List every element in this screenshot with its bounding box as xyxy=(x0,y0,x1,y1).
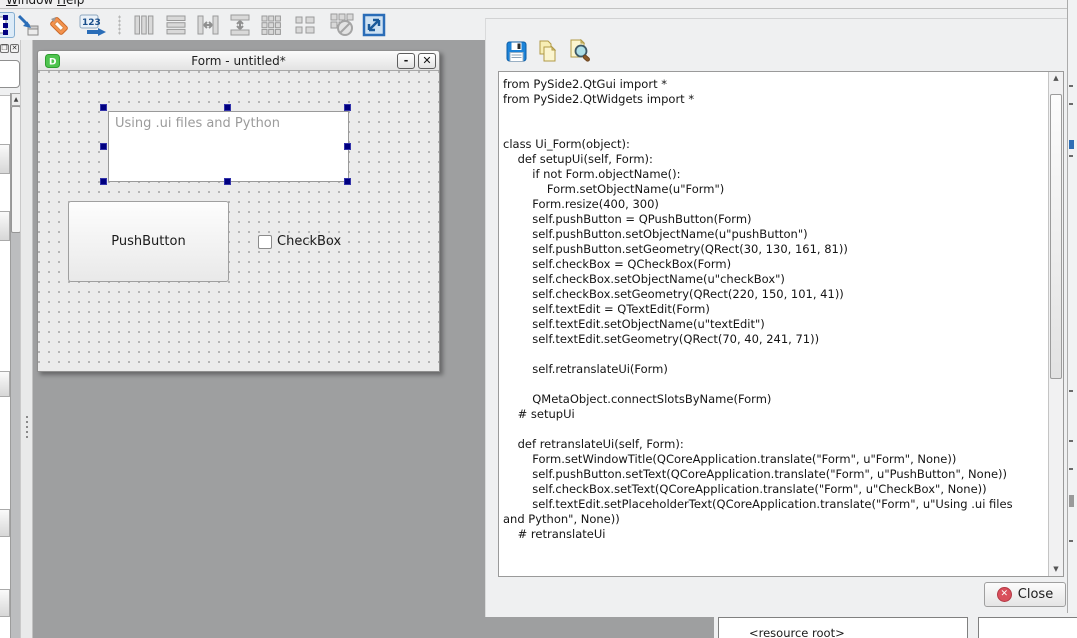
widget-box-scrollbar[interactable]: ▲ xyxy=(10,93,20,638)
edit-buddies-icon xyxy=(47,13,71,37)
checkbox-label: CheckBox xyxy=(277,234,341,249)
break-layout-icon xyxy=(329,12,355,38)
qt-designer-screen: Window Help xyxy=(0,0,1077,638)
selection-handle-top-right[interactable] xyxy=(344,104,351,111)
widget-filter-input[interactable] xyxy=(0,60,20,88)
scrollbar-up-icon[interactable]: ▲ xyxy=(1049,72,1063,85)
edit-widgets-icon xyxy=(0,13,14,37)
menu-bar: Window Help xyxy=(0,0,1077,9)
generated-python-code: from PySide2.QtGui import * from PySide2… xyxy=(503,77,1045,542)
widget-category-header[interactable] xyxy=(0,509,10,537)
layout-vertical-splitter-icon xyxy=(227,12,253,38)
adjust-size-icon xyxy=(362,13,386,37)
break-layout-icon xyxy=(330,13,354,37)
close-icon: ✕ xyxy=(997,587,1012,602)
form-window-title: Form - untitled* xyxy=(38,54,439,68)
scrollbar-thumb[interactable] xyxy=(1050,94,1062,379)
selection-handle-bottom-left[interactable] xyxy=(100,178,107,185)
widget-category-header[interactable] xyxy=(0,371,10,397)
selection-handle-mid-left[interactable] xyxy=(100,143,107,150)
form-window: D Form - untitled* - ✕ Using .ui files a… xyxy=(37,50,440,372)
copy-icon xyxy=(537,40,559,62)
resource-browser: <resource root> xyxy=(714,613,1077,638)
edit-signals-slots-icon[interactable] xyxy=(15,12,41,38)
resource-root-label: <resource root> xyxy=(749,626,845,638)
selection-handle-mid-right[interactable] xyxy=(344,143,351,150)
save-button[interactable] xyxy=(503,38,529,64)
toolbar-separator xyxy=(118,15,121,35)
resource-detail-box[interactable] xyxy=(978,617,1077,638)
layout-vertically-icon xyxy=(165,14,187,36)
layout-horizontally-icon xyxy=(133,14,155,36)
layout-horizontal-splitter-icon xyxy=(195,12,221,38)
find-button[interactable] xyxy=(566,38,596,64)
layout-horizontally-icon xyxy=(131,12,157,38)
layout-grid-icon xyxy=(260,14,282,36)
selection-handle-top-left[interactable] xyxy=(100,104,107,111)
textedit-widget[interactable]: Using .ui files and Python xyxy=(108,111,349,182)
close-dialog-button[interactable]: ✕ Close xyxy=(984,582,1066,607)
edit-tab-order-icon[interactable]: 123 xyxy=(78,12,108,38)
code-scrollbar[interactable]: ▲ ▼ xyxy=(1048,72,1063,576)
selection-handle-top-center[interactable] xyxy=(224,104,231,111)
edit-signals-slots-icon xyxy=(16,13,40,37)
layout-form-icon xyxy=(294,14,316,36)
close-panel-icon[interactable]: ✕ xyxy=(10,44,19,53)
layout-horizontal-splitter-icon xyxy=(197,14,219,36)
scrollbar-down-icon[interactable]: ▼ xyxy=(1049,563,1063,576)
textedit-placeholder: Using .ui files and Python xyxy=(115,116,280,131)
svg-text:123: 123 xyxy=(82,18,101,28)
checkbox-indicator[interactable] xyxy=(258,235,272,249)
layout-vertical-splitter-icon xyxy=(229,14,251,36)
widget-box-list[interactable] xyxy=(0,95,10,638)
form-window-titlebar[interactable]: D Form - untitled* - ✕ xyxy=(38,51,439,71)
widget-category-header[interactable] xyxy=(0,144,10,174)
dock-splitter[interactable] xyxy=(20,40,33,638)
widget-box-panel: ❐ ✕ ▲ xyxy=(0,40,20,638)
layout-form-icon xyxy=(292,12,318,38)
minimize-button[interactable]: - xyxy=(397,53,415,69)
close-button-label: Close xyxy=(1018,587,1053,602)
close-button[interactable]: ✕ xyxy=(418,53,436,69)
property-panel-edge xyxy=(1067,0,1077,638)
edit-widgets-icon[interactable] xyxy=(0,12,15,38)
edit-buddies-icon[interactable] xyxy=(46,12,72,38)
pushbutton-widget[interactable]: PushButton xyxy=(68,201,229,282)
edit-tab-order-icon: 123 xyxy=(79,13,107,37)
layout-grid-icon xyxy=(258,12,284,38)
find-icon xyxy=(568,39,594,63)
widget-category-header[interactable] xyxy=(0,589,10,617)
view-code-dialog: from PySide2.QtGui import * from PySide2… xyxy=(485,18,1067,617)
resource-root-item[interactable]: <resource root> xyxy=(718,617,968,638)
copy-button[interactable] xyxy=(535,38,561,64)
form-canvas[interactable]: Using .ui files and Python PushButton Ch… xyxy=(38,71,439,371)
menu-window[interactable]: Window xyxy=(6,0,53,7)
menu-help[interactable]: Help xyxy=(57,0,84,7)
save-icon xyxy=(506,41,527,62)
layout-vertically-icon xyxy=(163,12,189,38)
selection-handle-bottom-center[interactable] xyxy=(224,178,231,185)
adjust-size-icon[interactable] xyxy=(361,12,387,38)
checkbox-widget[interactable]: CheckBox xyxy=(258,221,359,262)
float-panel-icon[interactable]: ❐ xyxy=(0,44,9,53)
widget-category-header[interactable] xyxy=(0,211,10,241)
selection-handle-bottom-right[interactable] xyxy=(344,178,351,185)
code-view[interactable]: from PySide2.QtGui import * from PySide2… xyxy=(498,71,1064,577)
